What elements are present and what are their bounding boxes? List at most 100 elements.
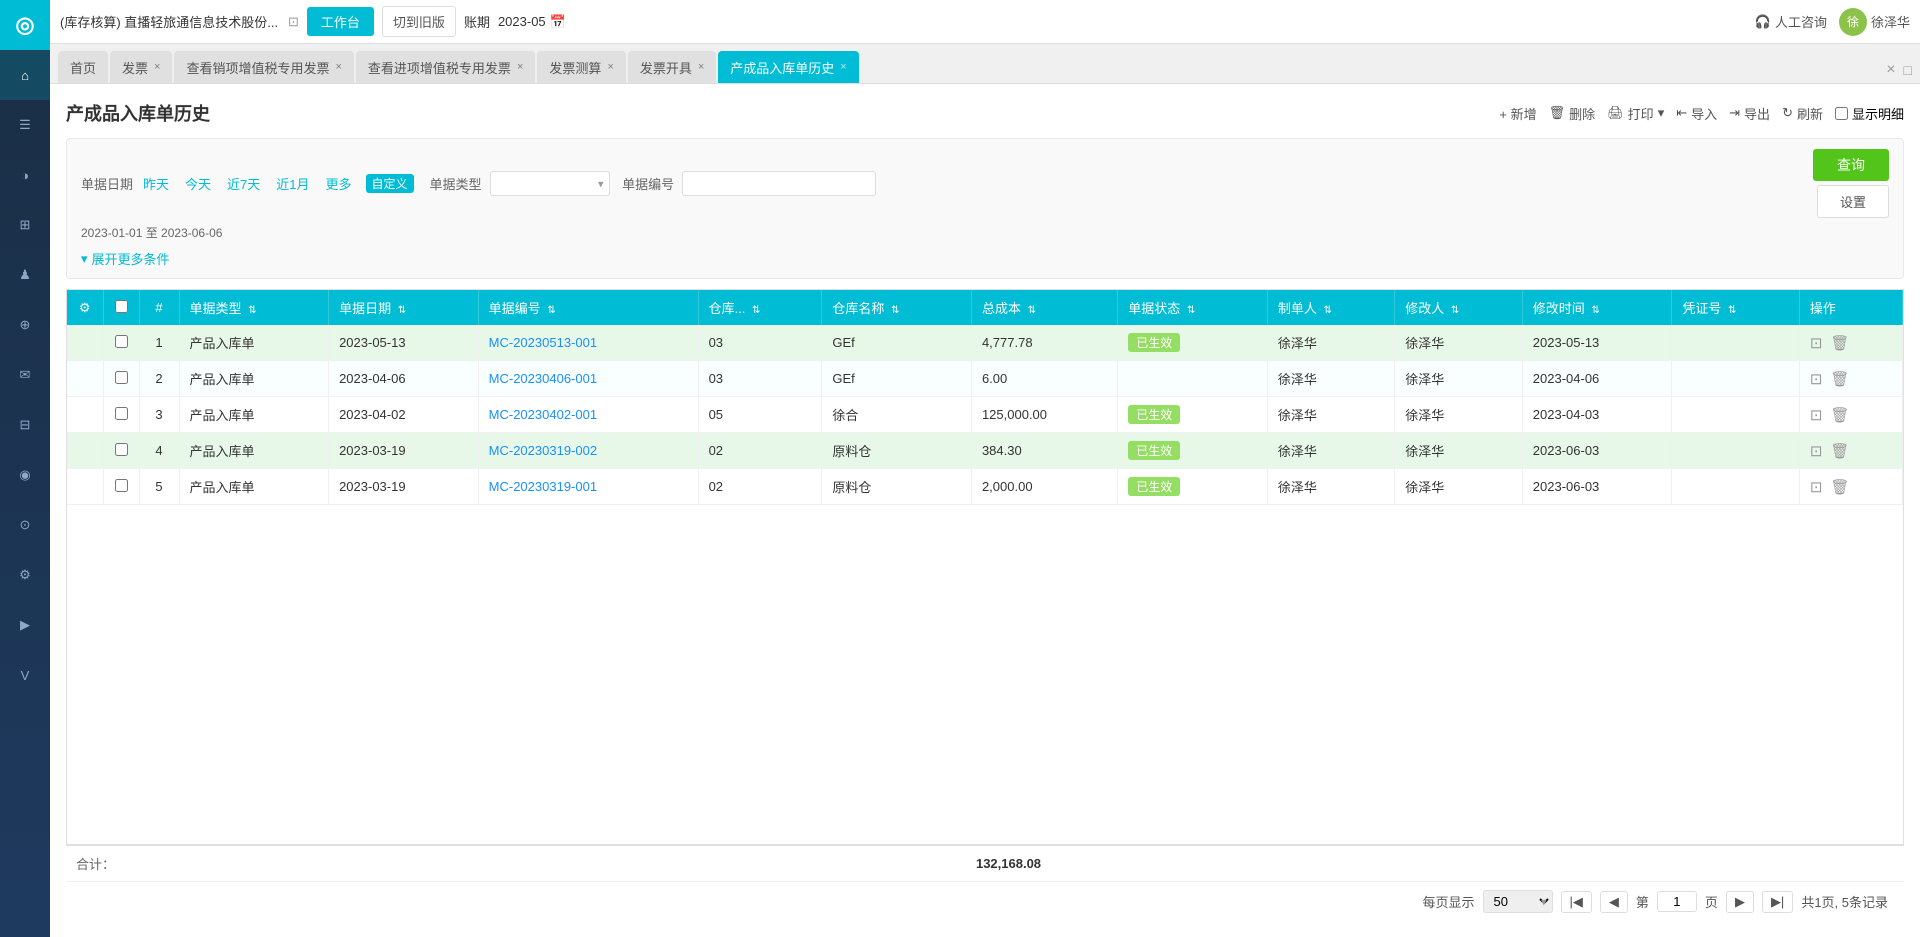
- sidebar-item-10[interactable]: ⊙: [0, 500, 50, 550]
- tab-invoice-close[interactable]: ×: [154, 61, 160, 73]
- workbench-button[interactable]: 工作台: [307, 7, 374, 36]
- export-button[interactable]: ⇥ 导出: [1729, 104, 1770, 123]
- user-service[interactable]: 🎧 人工咨询: [1755, 12, 1827, 31]
- sidebar-item-menu[interactable]: ☰: [0, 100, 50, 150]
- th-voucher[interactable]: 凭证号 ⇅: [1672, 290, 1799, 325]
- sidebar-item-v[interactable]: V: [0, 650, 50, 700]
- prev-page-button[interactable]: ◀: [1600, 891, 1628, 913]
- th-modifier[interactable]: 修改人 ⇅: [1395, 290, 1522, 325]
- select-all-checkbox[interactable]: [115, 300, 128, 313]
- tab-product-history-close[interactable]: ×: [840, 61, 846, 73]
- show-detail-toggle[interactable]: 显示明细: [1835, 104, 1904, 123]
- shortcut-today[interactable]: 今天: [183, 174, 213, 193]
- sidebar-item-settings[interactable]: ⚙: [0, 550, 50, 600]
- td-number-2[interactable]: MC-20230402-001: [478, 397, 698, 433]
- shortcut-yesterday[interactable]: 昨天: [141, 174, 171, 193]
- new-button[interactable]: + 新增: [1499, 104, 1536, 123]
- sidebar-item-play[interactable]: ▶: [0, 600, 50, 650]
- td-checkbox-1[interactable]: [103, 361, 139, 397]
- sidebar-item-5[interactable]: ♟: [0, 250, 50, 300]
- refresh-button[interactable]: ↻ 刷新: [1782, 104, 1823, 123]
- tab-invoice-calc-close[interactable]: ×: [607, 61, 613, 73]
- company-selector[interactable]: (库存核算) 直播轻旅通信息技术股份... ▾: [60, 12, 280, 31]
- th-warehouse-code[interactable]: 仓库... ⇅: [698, 290, 822, 325]
- row-link-4[interactable]: MC-20230319-001: [489, 479, 597, 494]
- tab-purchase-vat[interactable]: 查看进项增值税专用发票 ×: [356, 51, 535, 83]
- filter-type-select[interactable]: [490, 171, 610, 196]
- edit-icon-4[interactable]: ⊡: [1810, 478, 1823, 496]
- next-page-button[interactable]: ▶: [1726, 891, 1754, 913]
- th-total-cost[interactable]: 总成本 ⇅: [971, 290, 1117, 325]
- td-number-3[interactable]: MC-20230319-002: [478, 433, 698, 469]
- copy-icon[interactable]: ⊡: [288, 14, 299, 30]
- row-checkbox-3[interactable]: [115, 443, 128, 456]
- th-creator[interactable]: 制单人 ⇅: [1267, 290, 1394, 325]
- row-checkbox-2[interactable]: [115, 407, 128, 420]
- th-checkbox[interactable]: [103, 290, 139, 325]
- tab-window-close[interactable]: ×: [1886, 61, 1895, 79]
- th-date[interactable]: 单据日期 ⇅: [329, 290, 479, 325]
- tab-sales-vat-close[interactable]: ×: [335, 61, 341, 73]
- td-checkbox-3[interactable]: [103, 433, 139, 469]
- edit-icon-2[interactable]: ⊡: [1810, 406, 1823, 424]
- th-warehouse-name[interactable]: 仓库名称 ⇅: [822, 290, 972, 325]
- shortcut-custom[interactable]: 自定义: [366, 174, 414, 193]
- sidebar-item-9[interactable]: ◉: [0, 450, 50, 500]
- show-detail-checkbox[interactable]: [1835, 107, 1848, 120]
- user-info[interactable]: 徐 徐泽华: [1839, 8, 1910, 36]
- edit-icon-0[interactable]: ⊡: [1810, 334, 1823, 352]
- delete-row-icon-3[interactable]: 🗑: [1830, 442, 1849, 460]
- row-link-0[interactable]: MC-20230513-001: [489, 335, 597, 350]
- tab-product-history[interactable]: 产成品入库单历史 ×: [718, 51, 858, 83]
- th-modify-time[interactable]: 修改时间 ⇅: [1522, 290, 1672, 325]
- th-type[interactable]: 单据类型 ⇅: [179, 290, 329, 325]
- calendar-icon[interactable]: 📅: [550, 14, 566, 30]
- shortcut-more[interactable]: 更多: [324, 174, 354, 193]
- td-number-0[interactable]: MC-20230513-001: [478, 325, 698, 361]
- per-page-select[interactable]: 50 20 100: [1483, 890, 1553, 913]
- delete-row-icon-4[interactable]: 🗑: [1830, 478, 1849, 496]
- row-link-2[interactable]: MC-20230402-001: [489, 407, 597, 422]
- sidebar-item-report[interactable]: ◑: [0, 150, 50, 200]
- tab-invoice[interactable]: 发票 ×: [110, 51, 172, 83]
- tab-invoice-calc[interactable]: 发票测算 ×: [537, 51, 625, 83]
- switch-version-button[interactable]: 切到旧版: [382, 6, 456, 37]
- tab-window-restore[interactable]: □: [1904, 62, 1912, 78]
- th-number[interactable]: 单据编号 ⇅: [478, 290, 698, 325]
- edit-icon-3[interactable]: ⊡: [1810, 442, 1823, 460]
- sidebar-item-8[interactable]: ⊟: [0, 400, 50, 450]
- edit-icon-1[interactable]: ⊡: [1810, 370, 1823, 388]
- td-number-1[interactable]: MC-20230406-001: [478, 361, 698, 397]
- delete-row-icon-0[interactable]: 🗑: [1830, 334, 1849, 352]
- print-button[interactable]: 🖨 打印 ▾: [1607, 104, 1664, 123]
- delete-button[interactable]: 🗑 删除: [1549, 104, 1596, 123]
- reset-button[interactable]: 设置: [1817, 185, 1889, 218]
- sidebar-item-6[interactable]: ⊕: [0, 300, 50, 350]
- delete-row-icon-1[interactable]: 🗑: [1830, 370, 1849, 388]
- tab-sales-vat[interactable]: 查看销项增值税专用发票 ×: [174, 51, 353, 83]
- td-checkbox-0[interactable]: [103, 325, 139, 361]
- shortcut-1month[interactable]: 近1月: [274, 174, 311, 193]
- last-page-button[interactable]: ▶|: [1762, 891, 1793, 913]
- expand-button[interactable]: ▾ 展开更多条件: [81, 249, 170, 268]
- import-button[interactable]: ⇤ 导入: [1676, 104, 1717, 123]
- th-settings[interactable]: ⚙: [67, 290, 103, 325]
- row-checkbox-4[interactable]: [115, 479, 128, 492]
- td-checkbox-2[interactable]: [103, 397, 139, 433]
- row-checkbox-1[interactable]: [115, 371, 128, 384]
- td-checkbox-4[interactable]: [103, 469, 139, 505]
- current-page-input[interactable]: [1657, 891, 1697, 912]
- tab-purchase-vat-close[interactable]: ×: [517, 61, 523, 73]
- row-link-1[interactable]: MC-20230406-001: [489, 371, 597, 386]
- first-page-button[interactable]: |◀: [1561, 891, 1592, 913]
- td-number-4[interactable]: MC-20230319-001: [478, 469, 698, 505]
- column-settings-icon[interactable]: ⚙: [79, 300, 91, 315]
- sidebar-item-home[interactable]: ⌂: [0, 50, 50, 100]
- th-status[interactable]: 单据状态 ⇅: [1118, 290, 1268, 325]
- sidebar-item-message[interactable]: ✉: [0, 350, 50, 400]
- sidebar-logo[interactable]: ◎: [0, 0, 50, 50]
- filter-number-input[interactable]: [682, 171, 876, 196]
- query-button[interactable]: 查询: [1813, 149, 1889, 181]
- sidebar-item-apps[interactable]: ⊞: [0, 200, 50, 250]
- shortcut-7days[interactable]: 近7天: [225, 174, 262, 193]
